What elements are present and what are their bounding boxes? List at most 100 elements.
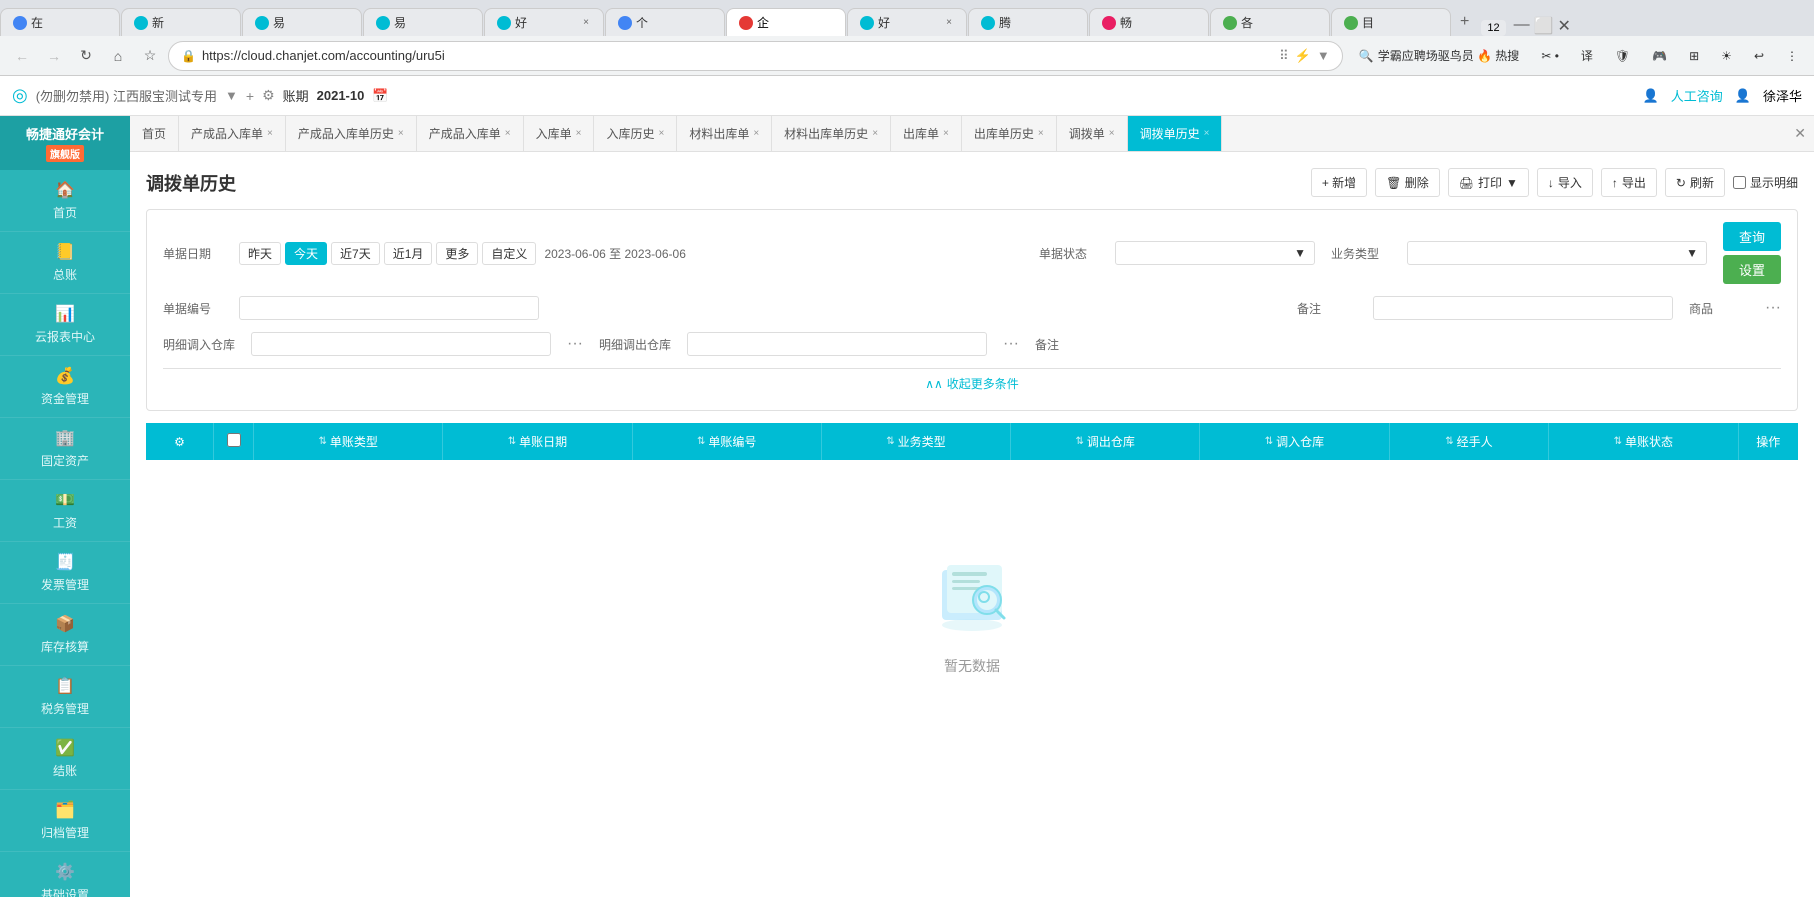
forward-button[interactable]: → [40,42,68,70]
tab-close-in-hist[interactable]: × [658,128,664,139]
select-all-checkbox[interactable] [227,433,241,447]
browser-tab-4[interactable]: 易 [363,8,483,36]
biz-type-select[interactable]: ▼ [1407,241,1707,265]
refresh-button[interactable]: ↻ [72,42,100,70]
status-select[interactable]: ▼ [1115,241,1315,265]
print-dropdown-icon[interactable]: ▼ [1506,176,1518,190]
tab-in-order[interactable]: 入库单 × [524,116,595,152]
browser-tab-12[interactable]: 目 [1331,8,1451,36]
table-header-out-warehouse[interactable]: ⇅ 调出仓库 [1011,423,1200,460]
close-icon[interactable]: ✕ [1558,16,1571,36]
tab-product-in2[interactable]: 产成品入库单 × [417,116,524,152]
table-header-in-warehouse[interactable]: ⇅ 调入仓库 [1200,423,1389,460]
sidebar-item-close[interactable]: ✅ 结账 [0,728,130,790]
detail-out-more-icon[interactable]: ··· [1003,335,1019,353]
sidebar-item-reports[interactable]: 📊 云报表中心 [0,294,130,356]
show-detail-checkbox[interactable] [1733,176,1746,189]
detail-in-more-icon[interactable]: ··· [567,335,583,353]
tab-close-in-order[interactable]: × [576,128,582,139]
browser-tab-2[interactable]: 新 [121,8,241,36]
menu-button[interactable]: ⋮ [1778,45,1806,67]
tab-close-product-in-hist[interactable]: × [398,128,404,139]
settings-button[interactable]: 设置 [1723,255,1781,284]
sidebar-item-inventory[interactable]: 📦 库存核算 [0,604,130,666]
custom-btn[interactable]: 自定义 [482,242,536,265]
translate-icon[interactable]: 译 [1573,43,1601,68]
tab-close-mat-out-hist[interactable]: × [872,128,878,139]
query-button[interactable]: 查询 [1723,222,1781,251]
calendar-icon[interactable]: 📅 [372,88,388,104]
brightness-button[interactable]: ☀ [1713,45,1740,67]
sidebar-item-funds[interactable]: 💰 资金管理 [0,356,130,418]
dropdown-arrow[interactable]: ▼ [1317,48,1330,63]
tab-out-hist[interactable]: 出库单历史 × [962,116,1057,152]
settings-gear-icon[interactable]: ⚙ [262,87,275,104]
tab-transfer-hist[interactable]: 调拨单历史 × [1128,116,1223,152]
sidebar-item-wages[interactable]: 💵 工资 [0,480,130,542]
tab-out-order[interactable]: 出库单 × [891,116,962,152]
translate-button[interactable]: ✂ • [1533,45,1567,67]
table-header-order-type[interactable]: ⇅ 单账类型 [254,423,443,460]
sidebar-item-archive[interactable]: 🗂️ 归档管理 [0,790,130,852]
month-btn[interactable]: 近1月 [384,242,433,265]
table-header-order-no[interactable]: ⇅ 单账编号 [632,423,821,460]
tab-mat-out-hist[interactable]: 材料出库单历史 × [772,116,891,152]
tab-in-hist[interactable]: 入库历史 × [594,116,677,152]
delete-button[interactable]: 🗑 删除 [1375,168,1440,197]
export-button[interactable]: ↑ 导出 [1601,168,1657,197]
search-bar[interactable]: 🔍 学霸应聘场驱鸟员 🔥 热搜 [1351,43,1528,68]
sidebar-item-tax[interactable]: 📋 税务管理 [0,666,130,728]
tab-close-out-hist[interactable]: × [1038,128,1044,139]
collapse-bar[interactable]: ∧∧ 收起更多条件 [163,368,1781,398]
address-bar[interactable]: 🔒 https://cloud.chanjet.com/accounting/u… [168,41,1343,71]
tab-close-8[interactable]: × [944,17,954,28]
game-button[interactable]: 🎮 [1644,45,1675,67]
table-header-checkbox[interactable] [214,423,254,460]
new-tab-button[interactable]: + [1452,8,1477,36]
home-button[interactable]: ⌂ [104,42,132,70]
browser-tab-7[interactable]: 企 [726,8,846,36]
back-button[interactable]: ← [8,42,36,70]
maximize-icon[interactable]: ⬜ [1534,16,1554,36]
tab-product-in[interactable]: 产成品入库单 × [179,116,286,152]
apps-button[interactable]: ⊞ [1681,45,1707,67]
sidebar-item-assets[interactable]: 🏢 固定资产 [0,418,130,480]
consult-label[interactable]: 人工咨询 [1671,86,1723,105]
detail-in-input[interactable] [251,332,551,356]
shield-button[interactable]: 🛡 [1607,45,1638,67]
sidebar-item-home[interactable]: 🏠 首页 [0,170,130,232]
new-button[interactable]: + 新增 [1311,168,1367,197]
sidebar-item-basic[interactable]: ⚙️ 基础设置 [0,852,130,897]
tab-home[interactable]: 首页 [130,116,179,152]
tab-product-in-hist[interactable]: 产成品入库单历史 × [286,116,417,152]
detail-out-input[interactable] [687,332,987,356]
print-button[interactable]: 🖨 打印 ▼ [1448,168,1529,197]
bookmark-button[interactable]: ☆ [136,42,164,70]
browser-tab-6[interactable]: 个 [605,8,725,36]
tab-close-product-in2[interactable]: × [505,128,511,139]
company-dropdown-icon[interactable]: ▼ [225,88,238,103]
table-header-gear[interactable]: ⚙ [146,423,214,460]
tab-close-transfer[interactable]: × [1109,128,1115,139]
browser-tab-3[interactable]: 易 [242,8,362,36]
table-header-biz-type[interactable]: ⇅ 业务类型 [821,423,1010,460]
table-header-order-status[interactable]: ⇅ 单账状态 [1549,423,1738,460]
yesterday-btn[interactable]: 昨天 [239,242,281,265]
browser-tab-11[interactable]: 各 [1210,8,1330,36]
table-header-handler[interactable]: ⇅ 经手人 [1389,423,1549,460]
tab-close-transfer-hist[interactable]: × [1204,128,1210,139]
tab-close-mat-out[interactable]: × [753,128,759,139]
order-no-input[interactable] [239,296,539,320]
more-btn[interactable]: 更多 [436,242,478,265]
tab-bar-close-button[interactable]: ✕ [1786,125,1814,142]
sidebar-item-ledger[interactable]: 📒 总账 [0,232,130,294]
goods-more-icon[interactable]: ··· [1765,299,1781,317]
browser-tab-5[interactable]: 好 × [484,8,604,36]
tab-mat-out[interactable]: 材料出库单 × [677,116,772,152]
table-header-order-date[interactable]: ⇅ 单账日期 [443,423,632,460]
tab-close-out-order[interactable]: × [943,128,949,139]
tab-close-product-in[interactable]: × [267,128,273,139]
browser-tab-8[interactable]: 好 × [847,8,967,36]
tab-close-5[interactable]: × [581,17,591,28]
minimize-icon[interactable]: — [1514,16,1530,36]
